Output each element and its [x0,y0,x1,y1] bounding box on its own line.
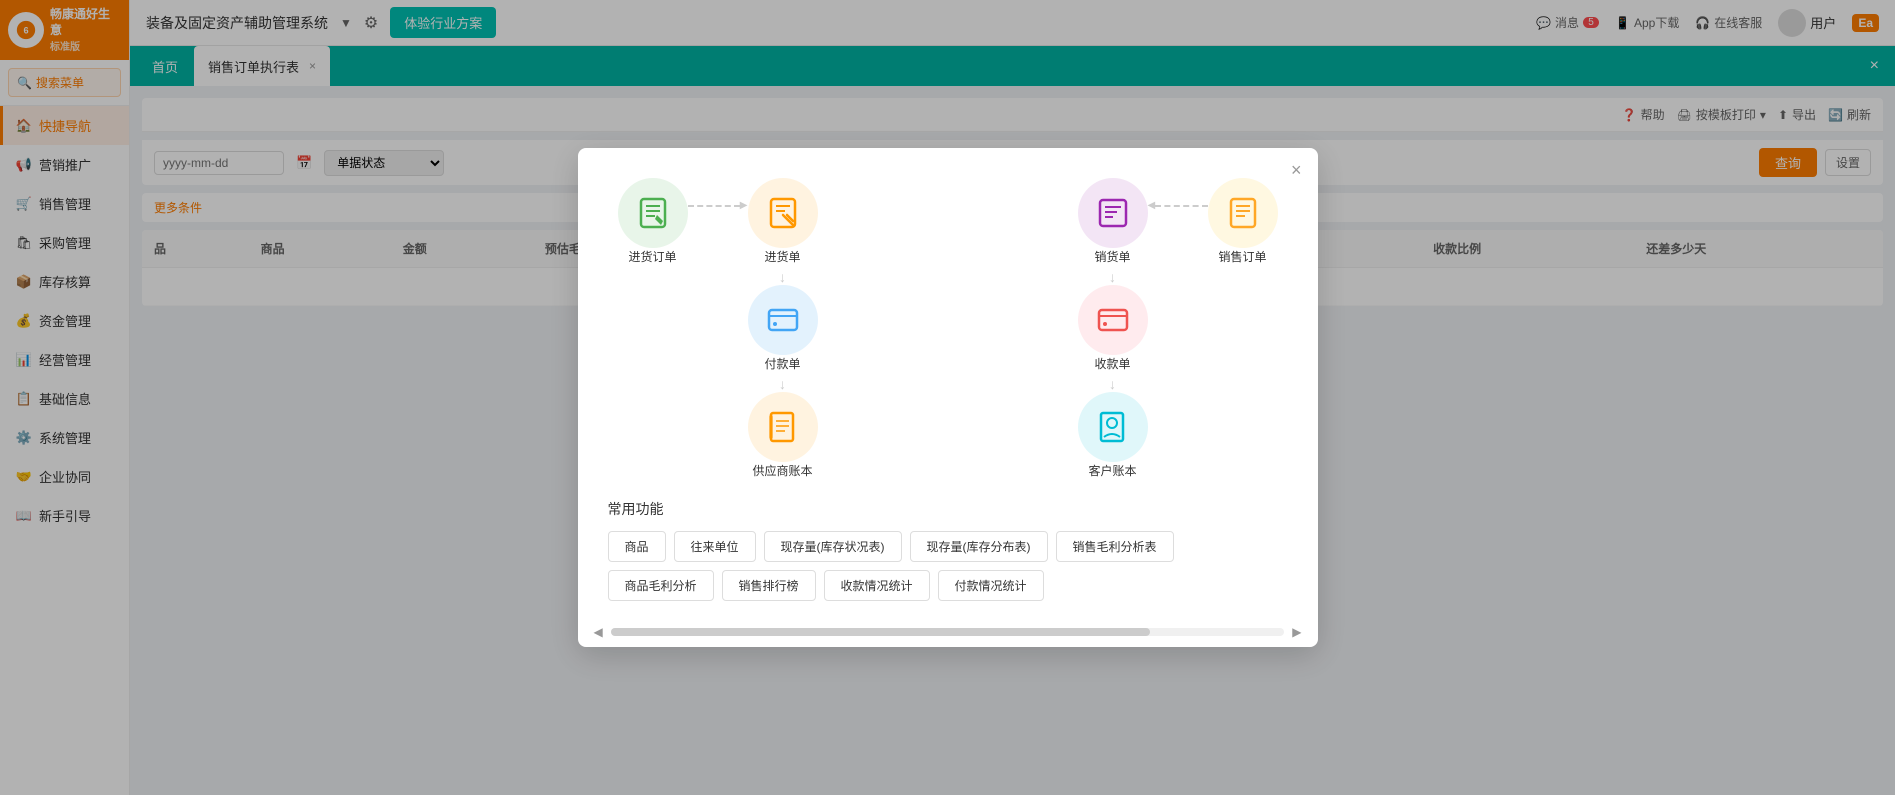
scroll-right-icon[interactable]: ▶ [1292,625,1301,639]
sales-order-label: 销售订单 [1218,248,1266,265]
modal-overlay[interactable]: × 进货订单 ▶ [0,0,1895,795]
common-functions-section: 常用功能 商品 往来单位 现存量(库存状况表) 现存量(库存分布表) 销售毛利分… [578,499,1318,621]
sales-bill-circle [1078,178,1148,248]
scrollbar-thumb[interactable] [611,628,1150,636]
purchase-order-circle [618,178,688,248]
fn-btn-stock-dist[interactable]: 现存量(库存分布表) [910,531,1048,562]
fn-btn-sales-rank[interactable]: 销售排行榜 [722,570,816,601]
customer-ledger-label: 客户账本 [1088,462,1136,479]
flow-item-sales-order[interactable]: 销售订单 [1208,178,1278,265]
fn-btn-product[interactable]: 商品 [608,531,666,562]
sales-bill-label: 销货单 [1094,248,1130,265]
flow-item-purchase-bill[interactable]: 进货单 [748,178,818,265]
supplier-ledger-label: 供应商账本 [752,462,812,479]
fn-btn-sales-gross[interactable]: 销售毛利分析表 [1056,531,1174,562]
modal-scrollbar: ◀ ▶ [578,621,1318,647]
flow-diagram-section: 进货订单 ▶ 进货单 [578,148,1318,499]
flow-item-receipt[interactable]: 收款单 [1078,285,1148,372]
supplier-ledger-circle [748,392,818,462]
flow-item-sales-bill[interactable]: 销货单 [1078,178,1148,265]
flow-modal: × 进货订单 ▶ [578,148,1318,647]
arrow-h-1: ▶ [688,178,748,211]
sales-order-circle [1208,178,1278,248]
purchase-order-label: 进货订单 [628,248,676,265]
customer-ledger-circle [1078,392,1148,462]
fn-btn-stock-status[interactable]: 现存量(库存状况表) [764,531,902,562]
fn-btn-payment-stats[interactable]: 付款情况统计 [938,570,1044,601]
scroll-left-icon[interactable]: ◀ [594,625,603,639]
receipt-circle [1078,285,1148,355]
receipt-label: 收款单 [1094,355,1130,372]
payment-circle [748,285,818,355]
modal-close-button[interactable]: × [1291,160,1302,181]
function-buttons: 商品 往来单位 现存量(库存状况表) 现存量(库存分布表) 销售毛利分析表 商品… [608,531,1288,601]
purchase-bill-label: 进货单 [764,248,800,265]
flow-item-purchase-order[interactable]: 进货订单 [618,178,688,265]
fn-btn-receipt-stats[interactable]: 收款情况统计 [824,570,930,601]
purchase-bill-circle [748,178,818,248]
arrow-h-2: ◀ [1148,178,1208,211]
flow-item-customer-ledger[interactable]: 客户账本 [1078,392,1148,479]
flow-item-payment[interactable]: 付款单 [748,285,818,372]
common-functions-title: 常用功能 [608,499,1288,519]
fn-btn-partner[interactable]: 往来单位 [674,531,756,562]
fn-btn-product-gross[interactable]: 商品毛利分析 [608,570,714,601]
payment-label: 付款单 [764,355,800,372]
flow-item-supplier-ledger[interactable]: 供应商账本 [748,392,818,479]
